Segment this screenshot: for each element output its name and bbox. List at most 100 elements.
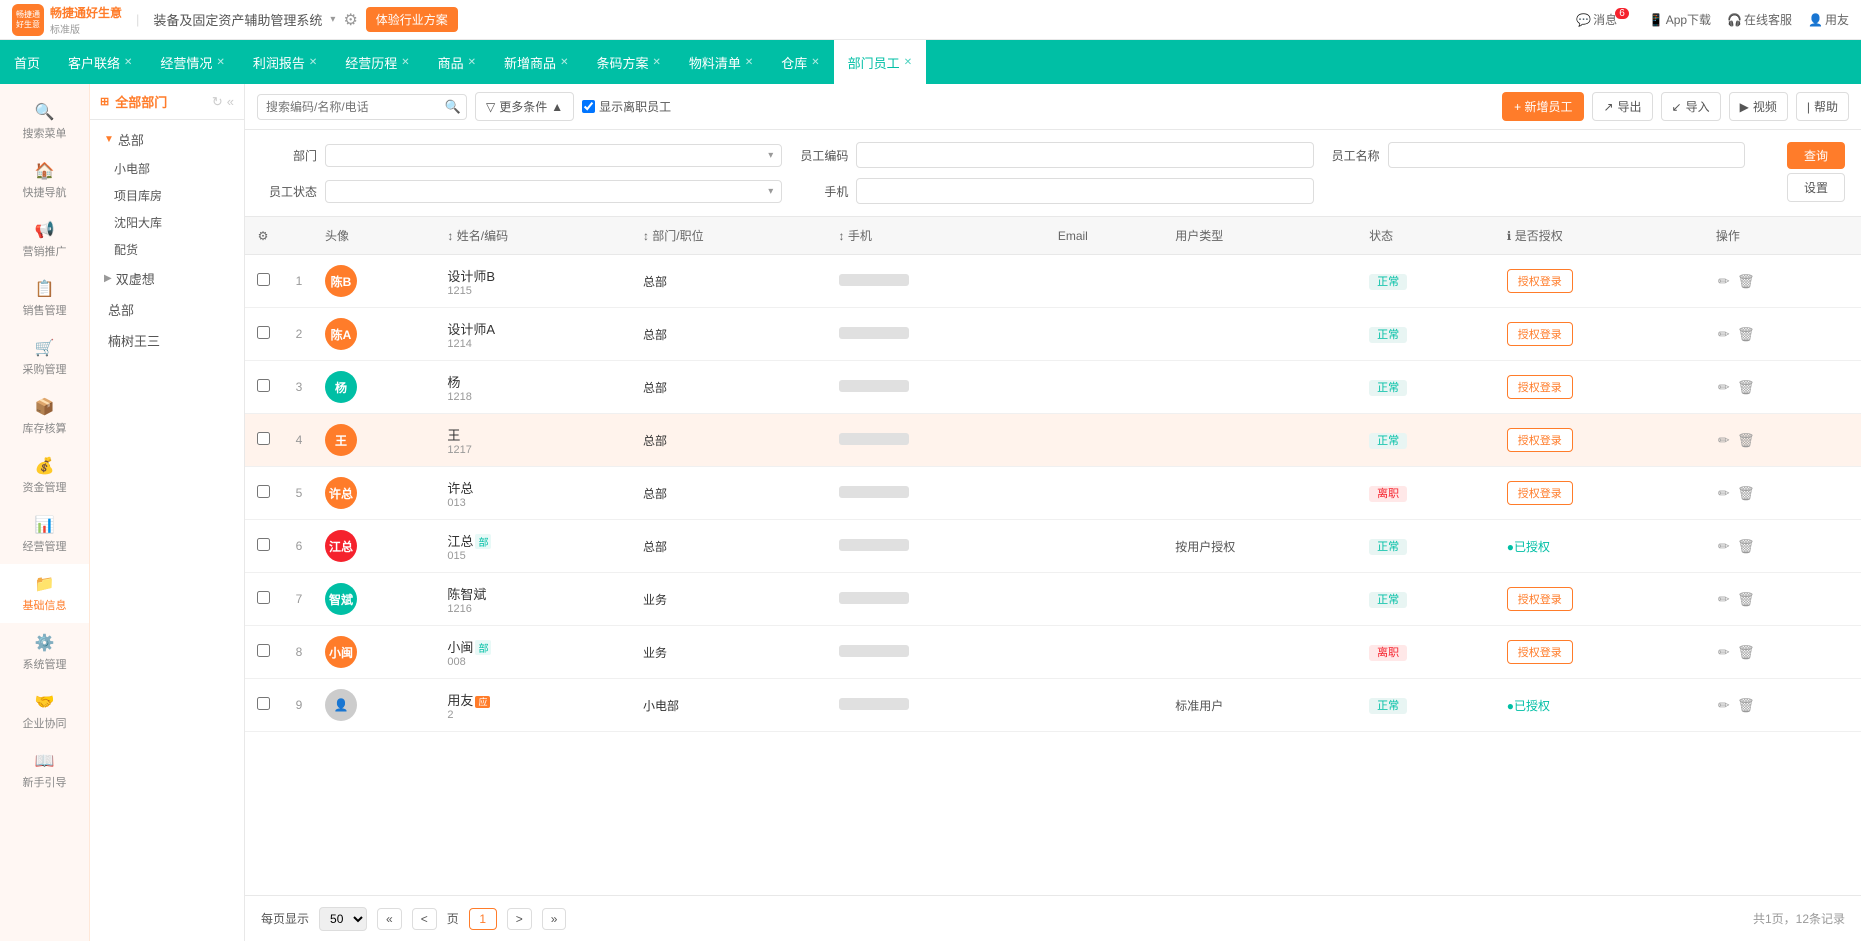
- message-button[interactable]: 💬 消息 6: [1576, 11, 1633, 28]
- last-page-button[interactable]: »: [542, 908, 567, 930]
- nav-tab-条码方案[interactable]: 条码方案✕: [582, 40, 674, 84]
- emp-status-select[interactable]: ▾: [325, 180, 782, 203]
- sidebar-item-sales[interactable]: 📋销售管理: [0, 269, 89, 328]
- sidebar-item-inventory[interactable]: 📦库存核算: [0, 387, 89, 446]
- dept-sub-shenyang[interactable]: 沈阳大库: [90, 209, 244, 236]
- prev-page-button[interactable]: <: [412, 908, 437, 930]
- nav-tab-利润报告[interactable]: 利润报告✕: [239, 40, 331, 84]
- edit-icon[interactable]: ✏: [1718, 326, 1730, 342]
- delete-icon[interactable]: 🗑: [1737, 432, 1755, 448]
- import-button[interactable]: ↙ 导入: [1661, 92, 1721, 121]
- nav-tab-商品[interactable]: 商品✕: [424, 40, 490, 84]
- row-checkbox[interactable]: [257, 644, 270, 657]
- query-button[interactable]: 查询: [1787, 142, 1845, 169]
- dept-sub-peihuo[interactable]: 配货: [90, 236, 244, 263]
- delete-icon[interactable]: 🗑: [1737, 591, 1755, 607]
- per-page-select[interactable]: 50: [319, 907, 367, 931]
- col-name[interactable]: ↕ 姓名/编码: [439, 217, 635, 255]
- next-page-button[interactable]: >: [507, 908, 532, 930]
- phone-input[interactable]: [856, 178, 1313, 204]
- row-checkbox[interactable]: [257, 432, 270, 445]
- row-checkbox[interactable]: [257, 326, 270, 339]
- row-checkbox[interactable]: [257, 538, 270, 551]
- sidebar-item-purchase[interactable]: 🛒采购管理: [0, 328, 89, 387]
- add-employee-button[interactable]: + 新增员工: [1502, 92, 1584, 121]
- more-filter-button[interactable]: ▽ 更多条件 ▲: [475, 92, 574, 121]
- auth-button[interactable]: 授权登录: [1507, 587, 1573, 611]
- row-checkbox[interactable]: [257, 379, 270, 392]
- search-icon[interactable]: 🔍: [445, 99, 461, 115]
- sidebar-item-search[interactable]: 🔍搜索菜单: [0, 92, 89, 151]
- dept-select[interactable]: ▾: [325, 144, 782, 167]
- show-resigned-checkbox[interactable]: 显示离职员工: [582, 98, 671, 115]
- nav-tab-经营情况[interactable]: 经营情况✕: [146, 40, 238, 84]
- auth-button[interactable]: 授权登录: [1507, 322, 1573, 346]
- dept-sub-project[interactable]: 项目库房: [90, 182, 244, 209]
- sidebar-item-marketing[interactable]: 📢营销推广: [0, 210, 89, 269]
- edit-icon[interactable]: ✏: [1718, 379, 1730, 395]
- dept-item-zb2[interactable]: 总部: [90, 294, 244, 325]
- logo: 畅捷通好生意 畅捷通好生意 标准版: [12, 4, 122, 36]
- collapse-dept-icon[interactable]: «: [227, 94, 234, 110]
- edit-icon[interactable]: ✏: [1718, 644, 1730, 660]
- emp-name-input[interactable]: [1388, 142, 1745, 168]
- sidebar-item-corp[interactable]: 🤝企业协同: [0, 682, 89, 741]
- sidebar-item-finance[interactable]: 💰资金管理: [0, 446, 89, 505]
- delete-icon[interactable]: 🗑: [1737, 538, 1755, 554]
- settings-icon[interactable]: ⚙: [343, 10, 357, 30]
- delete-icon[interactable]: 🗑: [1737, 644, 1755, 660]
- emp-code-input[interactable]: [856, 142, 1313, 168]
- edit-icon[interactable]: ✏: [1718, 538, 1730, 554]
- dept-item-buxiao[interactable]: 楠树王三: [90, 325, 244, 356]
- edit-icon[interactable]: ✏: [1718, 432, 1730, 448]
- sidebar-item-guide[interactable]: 📖新手引导: [0, 741, 89, 800]
- dept-item-zongbu[interactable]: ▼ 总部: [90, 124, 244, 155]
- online-service-button[interactable]: 🎧 在线客服: [1727, 11, 1792, 28]
- edit-icon[interactable]: ✏: [1718, 697, 1730, 713]
- sidebar-item-basic[interactable]: 📁基础信息: [0, 564, 89, 623]
- nav-tab-部门员工[interactable]: 部门员工✕: [834, 40, 926, 84]
- col-settings[interactable]: ⚙: [245, 217, 281, 255]
- edit-icon[interactable]: ✏: [1718, 273, 1730, 289]
- col-dept[interactable]: ↕ 部门/职位: [635, 217, 831, 255]
- first-page-button[interactable]: «: [377, 908, 402, 930]
- nav-tab-经营历程[interactable]: 经营历程✕: [331, 40, 423, 84]
- search-input[interactable]: [257, 94, 467, 120]
- row-checkbox[interactable]: [257, 591, 270, 604]
- nav-tab-新增商品[interactable]: 新增商品✕: [490, 40, 582, 84]
- app-download-button[interactable]: 📱 App下载: [1649, 11, 1711, 28]
- nav-tab-客户联络[interactable]: 客户联络✕: [54, 40, 146, 84]
- nav-tab-物料清单[interactable]: 物料清单✕: [675, 40, 767, 84]
- delete-icon[interactable]: 🗑: [1737, 273, 1755, 289]
- row-checkbox[interactable]: [257, 485, 270, 498]
- auth-button[interactable]: 授权登录: [1507, 375, 1573, 399]
- delete-icon[interactable]: 🗑: [1737, 697, 1755, 713]
- nav-tab-仓库[interactable]: 仓库✕: [767, 40, 833, 84]
- user-menu[interactable]: 👤 用友: [1808, 11, 1849, 28]
- system-title-chevron[interactable]: ▾: [330, 14, 335, 25]
- auth-button[interactable]: 授权登录: [1507, 269, 1573, 293]
- auth-button[interactable]: 授权登录: [1507, 481, 1573, 505]
- edit-icon[interactable]: ✏: [1718, 591, 1730, 607]
- nav-tab-首页[interactable]: 首页: [0, 40, 54, 84]
- dept-sub-xiaodian[interactable]: 小电部: [90, 155, 244, 182]
- reset-button[interactable]: 设置: [1787, 173, 1845, 202]
- refresh-dept-icon[interactable]: ↻: [212, 94, 223, 110]
- dept-item-shuang[interactable]: ▶ 双虚想: [90, 263, 244, 294]
- row-checkbox[interactable]: [257, 273, 270, 286]
- help-button[interactable]: | 帮助: [1796, 92, 1849, 121]
- delete-icon[interactable]: 🗑: [1737, 379, 1755, 395]
- auth-button[interactable]: 授权登录: [1507, 428, 1573, 452]
- delete-icon[interactable]: 🗑: [1737, 485, 1755, 501]
- edit-icon[interactable]: ✏: [1718, 485, 1730, 501]
- row-checkbox[interactable]: [257, 697, 270, 710]
- sidebar-item-quicknav[interactable]: 🏠快捷导航: [0, 151, 89, 210]
- delete-icon[interactable]: 🗑: [1737, 326, 1755, 342]
- sidebar-item-system[interactable]: ⚙️系统管理: [0, 623, 89, 682]
- trial-button[interactable]: 体验行业方案: [366, 7, 458, 32]
- sidebar-item-operation[interactable]: 📊经营管理: [0, 505, 89, 564]
- view-button[interactable]: ▶ 视频: [1729, 92, 1788, 121]
- col-phone[interactable]: ↕ 手机: [831, 217, 1050, 255]
- export-button[interactable]: ↗ 导出: [1592, 92, 1652, 121]
- auth-button[interactable]: 授权登录: [1507, 640, 1573, 664]
